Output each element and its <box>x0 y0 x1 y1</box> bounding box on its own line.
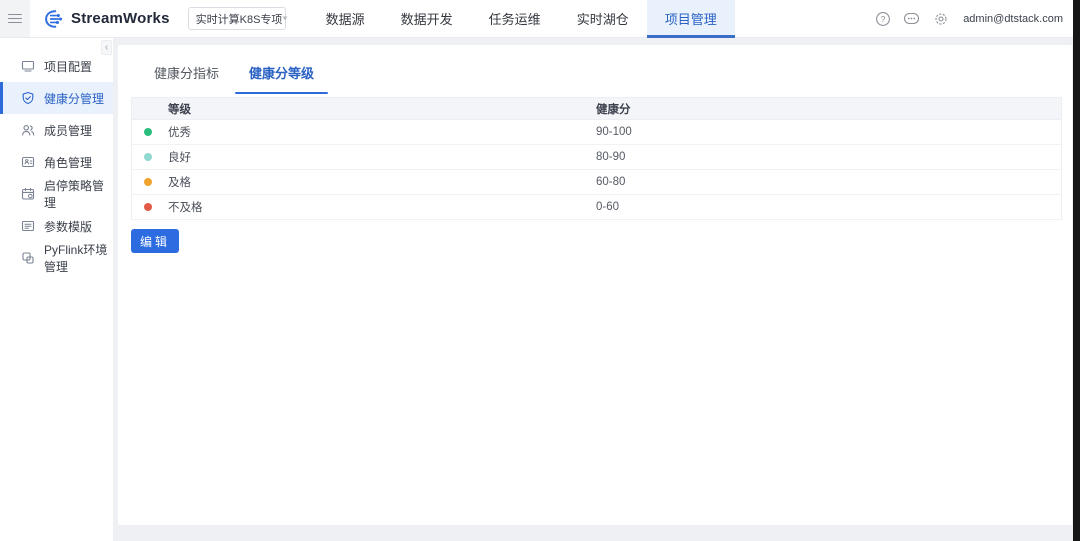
chevron-down-icon: ▾ <box>282 14 288 23</box>
members-icon <box>21 123 35 137</box>
sidebar-item-label: 健康分管理 <box>44 91 105 106</box>
table-row: 良好 80-90 <box>132 145 1061 170</box>
sidebar-item-members[interactable]: 成员管理 <box>0 114 113 146</box>
level-label: 优秀 <box>168 127 191 139</box>
screen-edge-strip <box>1073 0 1080 541</box>
sidebar-item-project-config[interactable]: 项目配置 <box>0 50 113 82</box>
sidebar-item-label: 参数模版 <box>44 219 93 234</box>
sidebar: ‹ 项目配置 健康分管理 成员管理 角色管理 启停策略管理 参数模版 PyFli… <box>0 38 113 541</box>
project-selector[interactable]: 实时计算K8S专项 ▾ <box>187 7 288 30</box>
health-score-icon <box>21 91 35 105</box>
level-label: 不及格 <box>168 202 203 214</box>
logo[interactable]: StreamWorks <box>30 0 188 37</box>
sidebar-item-label: 项目配置 <box>44 59 93 74</box>
table-header-row: 等级 健康分 <box>132 98 1061 120</box>
nav-item-task-ops[interactable]: 任务运维 <box>471 0 559 37</box>
table-row: 不及格 0-60 <box>132 195 1061 220</box>
nav-item-project-management[interactable]: 项目管理 <box>646 0 735 38</box>
sidebar-item-label: 成员管理 <box>44 123 93 138</box>
content-panel: 健康分指标 健康分等级 等级 健康分 优秀 90-100 良好 80-90 及格… <box>118 45 1072 525</box>
score-range: 80-90 <box>596 151 626 163</box>
score-range: 90-100 <box>596 126 632 138</box>
sidebar-item-pyflink-env[interactable]: PyFlink环境管理 <box>0 242 113 274</box>
level-dot-good <box>144 153 152 161</box>
main-area: 健康分指标 健康分等级 等级 健康分 优秀 90-100 良好 80-90 及格… <box>113 38 1073 541</box>
score-range: 0-60 <box>596 201 620 213</box>
table-row: 及格 60-80 <box>132 170 1061 195</box>
nav-item-datasource[interactable]: 数据源 <box>308 0 383 37</box>
sidebar-item-health-score[interactable]: 健康分管理 <box>0 82 113 114</box>
logo-text: StreamWorks <box>71 10 170 27</box>
column-header-level: 等级 <box>168 103 191 116</box>
pyflink-env-icon <box>21 251 35 265</box>
app-window: StreamWorks 实时计算K8S专项 ▾ 数据源 数据开发 任务运维 实时… <box>0 0 1080 541</box>
tab-health-score-levels[interactable]: 健康分等级 <box>235 63 329 94</box>
level-dot-pass <box>144 178 152 186</box>
score-range: 60-80 <box>596 176 626 188</box>
svg-text:?: ? <box>880 14 885 24</box>
sidebar-item-label: PyFlink环境管理 <box>44 243 108 274</box>
nav-item-realtime-lake[interactable]: 实时湖仓 <box>559 0 647 37</box>
project-selector-value: 实时计算K8S专项 <box>195 13 283 26</box>
help-icon[interactable]: ? <box>874 10 891 27</box>
health-score-table: 等级 健康分 优秀 90-100 良好 80-90 及格 60-80 不及格 0… <box>131 97 1062 220</box>
level-label: 良好 <box>168 152 191 164</box>
user-email[interactable]: admin@dtstack.com <box>963 13 1063 25</box>
level-dot-fail <box>144 203 152 211</box>
level-dot-excellent <box>144 128 152 136</box>
header-nav: 数据源 数据开发 任务运维 实时湖仓 项目管理 <box>308 0 735 38</box>
sidebar-item-roles[interactable]: 角色管理 <box>0 146 113 178</box>
sidebar-item-start-stop-policy[interactable]: 启停策略管理 <box>0 178 113 210</box>
header-right: ? admin@dtstack.com <box>874 0 1073 37</box>
streamworks-logo-icon <box>42 8 64 30</box>
nav-item-data-develop[interactable]: 数据开发 <box>383 0 471 37</box>
column-header-score: 健康分 <box>596 103 631 116</box>
start-stop-policy-icon <box>21 187 35 201</box>
project-config-icon <box>21 59 35 73</box>
settings-gear-icon[interactable] <box>932 10 949 27</box>
sidebar-item-label: 角色管理 <box>44 155 93 170</box>
body-row: ‹ 项目配置 健康分管理 成员管理 角色管理 启停策略管理 参数模版 PyFli… <box>0 38 1073 541</box>
tab-bar: 健康分指标 健康分等级 <box>118 45 1072 94</box>
sidebar-item-label: 启停策略管理 <box>44 179 105 210</box>
message-icon[interactable] <box>903 10 920 27</box>
hamburger-icon <box>8 11 22 26</box>
parameter-template-icon <box>21 219 35 233</box>
menu-toggle[interactable] <box>0 0 30 37</box>
table-row: 优秀 90-100 <box>132 120 1061 145</box>
level-label: 及格 <box>168 177 191 189</box>
tab-health-score-metrics[interactable]: 健康分指标 <box>154 63 219 94</box>
top-header: StreamWorks 实时计算K8S专项 ▾ 数据源 数据开发 任务运维 实时… <box>0 0 1073 38</box>
sidebar-item-parameter-template[interactable]: 参数模版 <box>0 210 113 242</box>
edit-button[interactable]: 编辑 <box>131 229 180 253</box>
role-badge-icon <box>21 155 35 169</box>
